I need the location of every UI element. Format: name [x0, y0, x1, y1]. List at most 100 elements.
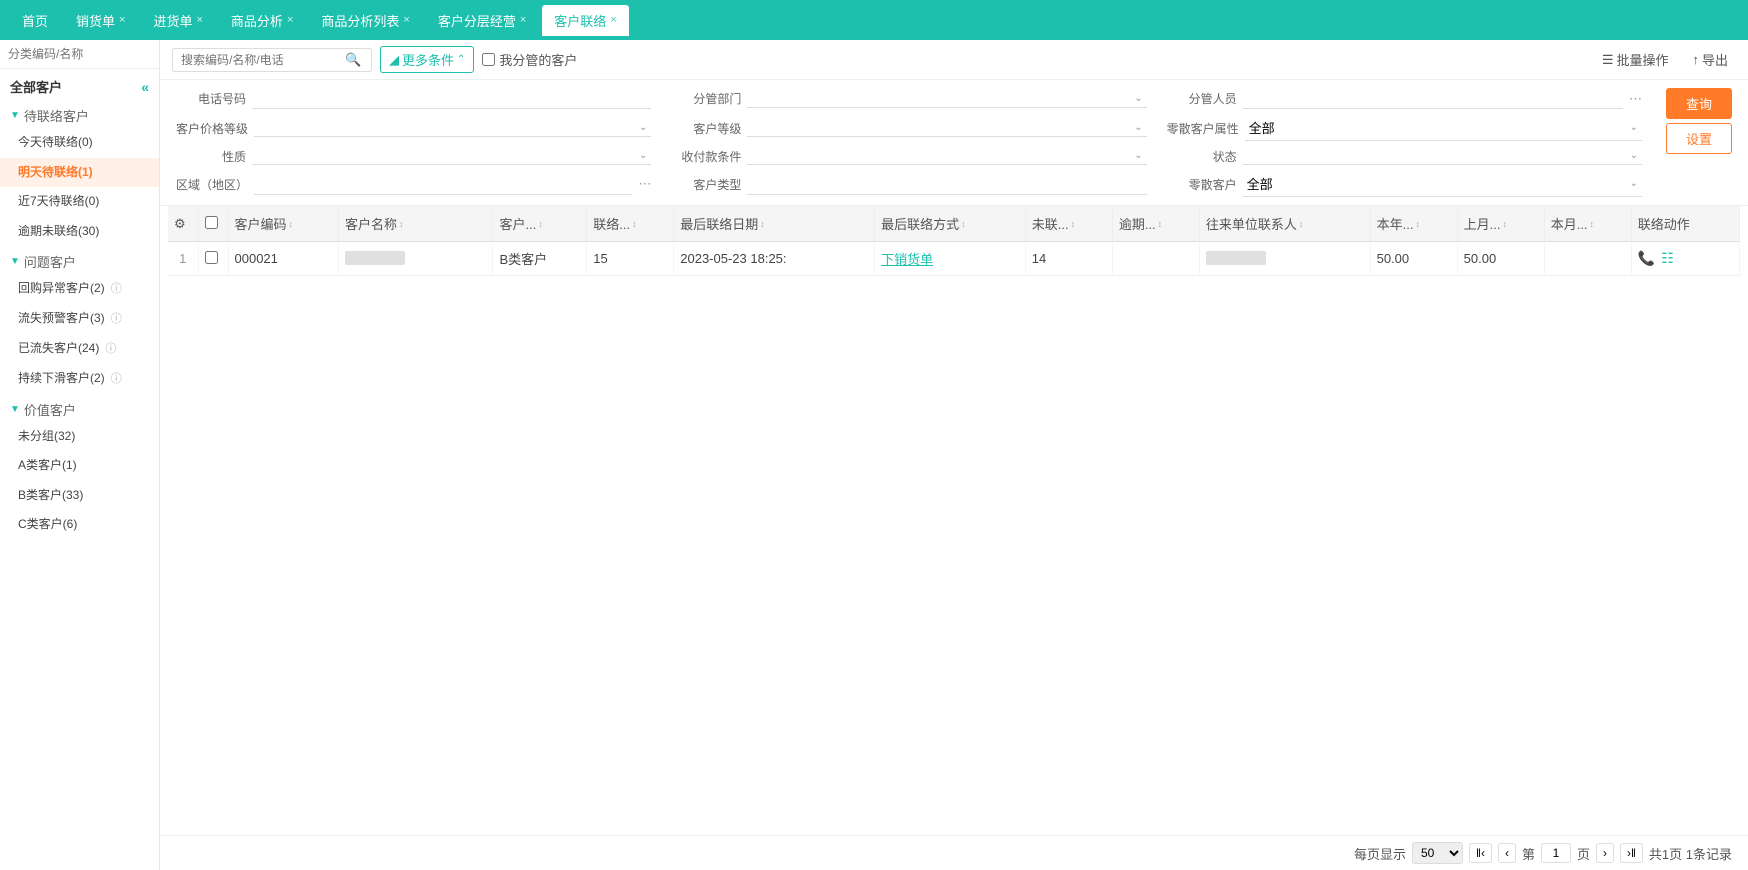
sort-icon-code[interactable]: ↕ — [289, 219, 294, 229]
sort-icon-type[interactable]: ↕ — [538, 219, 543, 229]
page-input[interactable] — [1541, 843, 1571, 863]
filter-price-level-label: 客户价格等级 — [176, 120, 248, 137]
row-last-date: 2023-05-23 18:25: — [674, 242, 875, 276]
sort-icon-last-month[interactable]: ↕ — [1503, 219, 1508, 229]
nav-close-icon[interactable]: × — [520, 14, 526, 26]
per-page-select[interactable]: 50 100 200 — [1412, 842, 1463, 864]
filter-manager-input[interactable] — [1243, 88, 1623, 109]
filter-retail-customer-select[interactable]: 全部 ⌄ — [1243, 171, 1642, 197]
nav-close-icon[interactable]: × — [403, 14, 409, 26]
prev-page-button[interactable]: ‹ — [1498, 843, 1516, 863]
col-overdue: 逾期...↕ — [1112, 206, 1199, 242]
sort-icon-no-contact[interactable]: ↕ — [1071, 219, 1076, 229]
top-nav: 首页销货单 ×进货单 ×商品分析 ×商品分析列表 ×客户分层经营 ×客户联络 × — [0, 0, 1748, 40]
table-row: 1 000021 B类客户 15 2023-05-23 18:25: 下销货单 … — [168, 242, 1740, 276]
filter-region-dots[interactable]: ⋯ — [638, 176, 651, 192]
sort-icon-contacts[interactable]: ↕ — [632, 219, 637, 229]
my-customer-check-input[interactable] — [482, 53, 495, 66]
page-label: 第 — [1522, 844, 1535, 863]
row-last-method[interactable]: 下销货单 — [875, 242, 1026, 276]
filter-manager-dots[interactable]: ⋯ — [1629, 91, 1642, 107]
col-this-year: 本年...↕ — [1370, 206, 1457, 242]
sidebar-search[interactable]: 🔍 — [0, 40, 159, 69]
set-button[interactable]: 设置 — [1666, 123, 1732, 154]
next-page-button[interactable]: › — [1596, 843, 1614, 863]
filter-region-input[interactable] — [254, 174, 632, 195]
sidebar-item-近7天待联络(0)[interactable]: 近7天待联络(0) — [0, 187, 159, 217]
filter-customer-level-select[interactable]: ⌄ — [747, 119, 1146, 137]
nav-item-客户分层经营[interactable]: 客户分层经营 × — [426, 5, 538, 36]
nav-item-商品分析[interactable]: 商品分析 × — [219, 5, 305, 36]
filter-payment-select[interactable]: ⌄ — [747, 147, 1146, 165]
filter-customer-type-input[interactable] — [747, 174, 1146, 195]
first-page-button[interactable]: ‖‹ — [1469, 843, 1492, 863]
nav-close-icon[interactable]: × — [196, 14, 202, 26]
nav-item-客户联络[interactable]: 客户联络 × — [542, 5, 628, 36]
row-checkbox[interactable] — [198, 242, 228, 276]
select-all-checkbox[interactable] — [205, 216, 218, 229]
sort-icon-this-year[interactable]: ↕ — [1415, 219, 1420, 229]
grid-icon[interactable]: ☷ — [1661, 250, 1674, 267]
filter-phone-input[interactable] — [252, 88, 651, 109]
sidebar-search-input[interactable] — [8, 47, 160, 61]
sidebar-item-逾期未联络(30)[interactable]: 逾期未联络(30) — [0, 217, 159, 247]
sort-icon-last-date[interactable]: ↕ — [760, 219, 765, 229]
search-box[interactable]: 🔍 — [172, 48, 372, 72]
nav-close-icon[interactable]: × — [119, 14, 125, 26]
nav-item-商品分析列表[interactable]: 商品分析列表 × — [309, 5, 421, 36]
col-name: 客户名称↕ — [338, 206, 493, 242]
row-code: 000021 — [228, 242, 338, 276]
nav-item-首页[interactable]: 首页 — [10, 5, 60, 36]
nav-item-销货单[interactable]: 销货单 × — [64, 5, 137, 36]
filter-status-select[interactable]: ⌄ — [1243, 147, 1642, 165]
info-icon[interactable]: ⓘ — [102, 343, 116, 355]
col-code: 客户编码↕ — [228, 206, 338, 242]
table-header-row: ⚙ 客户编码↕ 客户名称↕ 客户...↕ 联络...↕ 最后联络日期↕ 最后联络… — [168, 206, 1740, 242]
sidebar-item-未分组(32)[interactable]: 未分组(32) — [0, 422, 159, 452]
nav-item-进货单[interactable]: 进货单 × — [141, 5, 214, 36]
phone-icon[interactable]: 📞 — [1638, 250, 1655, 267]
sidebar-item-明天待联络(1)[interactable]: 明天待联络(1) — [0, 158, 159, 188]
col-last-month: 上月...↕ — [1457, 206, 1544, 242]
sort-icon-last-method[interactable]: ↕ — [961, 219, 966, 229]
sort-icon-contact-person[interactable]: ↕ — [1299, 219, 1304, 229]
sort-icon-overdue[interactable]: ↕ — [1158, 219, 1163, 229]
filter-row-3: 性质 ⌄ 收付款条件 ⌄ — [176, 147, 1642, 165]
sidebar-all-header[interactable]: 全部客户 « — [0, 69, 159, 100]
sidebar-item-今天待联络(0)[interactable]: 今天待联络(0) — [0, 128, 159, 158]
batch-op-button[interactable]: ☰ 批量操作 — [1594, 47, 1677, 72]
sidebar-item-持续下滑客户(2)[interactable]: 持续下滑客户(2) ⓘ — [0, 364, 159, 394]
filter-nature-select[interactable]: ⌄ — [252, 147, 651, 165]
info-icon[interactable]: ⓘ — [108, 283, 122, 295]
sidebar-item-B类客户(33)[interactable]: B类客户(33) — [0, 481, 159, 511]
search-input[interactable] — [181, 53, 341, 67]
filter-dept-select[interactable]: ⌄ — [747, 90, 1146, 108]
col-checkbox[interactable] — [198, 206, 228, 242]
row-name — [338, 242, 493, 276]
my-customer-checkbox[interactable]: 我分管的客户 — [482, 50, 577, 69]
sort-icon-name[interactable]: ↕ — [399, 219, 404, 229]
section-title-label: 价值客户 — [24, 400, 76, 419]
sidebar-item-流失预警客户(3)[interactable]: 流失预警客户(3) ⓘ — [0, 304, 159, 334]
sidebar-item-C类客户(6)[interactable]: C类客户(6) — [0, 510, 159, 540]
col-no-contact: 未联...↕ — [1025, 206, 1112, 242]
more-filter-button[interactable]: ◢ 更多条件 ⌃ — [380, 46, 474, 73]
col-settings[interactable]: ⚙ — [168, 206, 198, 242]
filter-retail-customer: 零散客户 全部 ⌄ — [1167, 171, 1642, 197]
info-icon[interactable]: ⓘ — [108, 373, 122, 385]
last-page-button[interactable]: ›‖ — [1620, 843, 1643, 863]
search-icon[interactable]: 🔍 — [345, 52, 361, 68]
sidebar-item-A类客户(1)[interactable]: A类客户(1) — [0, 451, 159, 481]
info-icon[interactable]: ⓘ — [108, 313, 122, 325]
sidebar-item-回购异常客户(2)[interactable]: 回购异常客户(2) ⓘ — [0, 274, 159, 304]
export-button[interactable]: ↑ 导出 — [1684, 47, 1736, 72]
filter-retail-attr-select[interactable]: 全部 ⌄ — [1245, 115, 1642, 141]
nav-close-icon[interactable]: × — [287, 14, 293, 26]
query-button[interactable]: 查询 — [1666, 88, 1732, 119]
sidebar-collapse-icon[interactable]: « — [141, 79, 149, 95]
sidebar-item-已流失客户(24)[interactable]: 已流失客户(24) ⓘ — [0, 334, 159, 364]
filter-price-level-select[interactable]: ⌄ — [254, 119, 651, 137]
nav-close-icon[interactable]: × — [610, 14, 616, 26]
sidebar-section-待联络客户: ▼待联络客户 — [0, 100, 159, 128]
sort-icon-this-month[interactable]: ↕ — [1590, 219, 1595, 229]
